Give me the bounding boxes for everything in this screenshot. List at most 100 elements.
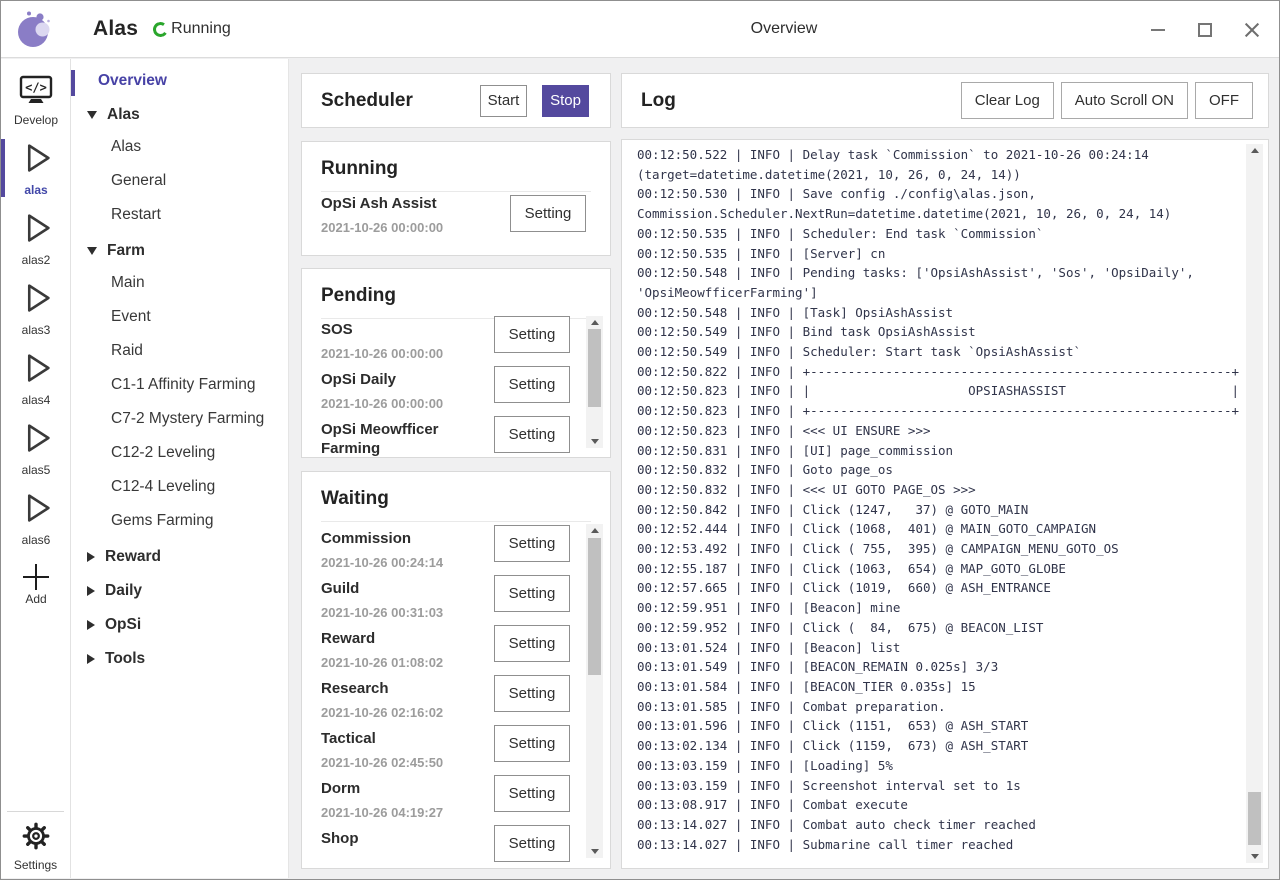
nav-item-c7-2-mystery-farming[interactable]: C7-2 Mystery Farming [71, 410, 288, 432]
log-line: 00:12:50.522 | INFO | Delay task `Commis… [637, 145, 1240, 165]
task-row: OpSi Daily 2021-10-26 00:00:00 Setting [321, 370, 586, 411]
minimize-button[interactable] [1149, 21, 1167, 39]
play-icon [18, 280, 54, 321]
log-scrollbar[interactable] [1246, 144, 1263, 863]
nav-item-c12-4-leveling[interactable]: C12-4 Leveling [71, 478, 288, 500]
task-name: Shop [321, 829, 491, 848]
pending-scrollbar[interactable] [586, 316, 603, 448]
auto-scroll-on-button[interactable]: Auto Scroll ON [1061, 82, 1188, 119]
rail-item-alas5[interactable]: alas5 [1, 416, 71, 479]
play-icon [18, 210, 54, 251]
nav-group-daily[interactable]: Daily [71, 580, 288, 602]
log-line: Commission.Scheduler.NextRun=datetime.da… [637, 204, 1240, 224]
setting-button[interactable]: Setting [494, 575, 570, 612]
setting-button[interactable]: Setting [494, 625, 570, 662]
nav-group-opsi[interactable]: OpSi [71, 614, 288, 636]
setting-button[interactable]: Setting [494, 525, 570, 562]
scroll-down-arrow-icon[interactable] [586, 845, 603, 858]
nav-menu: Overview Alas Alas General Restart Farm … [71, 59, 289, 878]
add-instance-button[interactable]: Add [1, 556, 71, 608]
code-monitor-icon: </> [18, 75, 54, 111]
rail-item-alas4[interactable]: alas4 [1, 346, 71, 409]
log-line: 00:12:50.842 | INFO | Click (1247, 37) @… [637, 500, 1240, 520]
scrollbar-thumb[interactable] [588, 329, 601, 407]
nav-sublist-farm: Main Event Raid C1-1 Affinity Farming C7… [71, 274, 288, 534]
log-line: 00:12:50.535 | INFO | [Server] cn [637, 244, 1240, 264]
setting-button[interactable]: Setting [494, 316, 570, 353]
log-line: 00:12:50.822 | INFO | +-----------------… [637, 362, 1240, 382]
log-line: 00:13:02.134 | INFO | Click (1159, 673) … [637, 736, 1240, 756]
app-title: Alas [93, 17, 138, 41]
chevron-right-icon [87, 586, 95, 596]
nav-group-reward[interactable]: Reward [71, 546, 288, 568]
chevron-right-icon [87, 654, 95, 664]
start-button[interactable]: Start [480, 85, 527, 117]
rail-item-alas6[interactable]: alas6 [1, 486, 71, 549]
scroll-down-arrow-icon[interactable] [1246, 850, 1263, 863]
setting-button[interactable]: Setting [494, 675, 570, 712]
scrollbar-thumb[interactable] [588, 538, 601, 675]
plus-icon [23, 564, 49, 590]
clear-log-button[interactable]: Clear Log [961, 82, 1054, 119]
auto-scroll-off-button[interactable]: OFF [1195, 82, 1253, 119]
log-panel: 00:12:50.522 | INFO | Delay task `Commis… [621, 139, 1269, 869]
task-name: OpSi Daily [321, 370, 491, 389]
log-line: 00:12:52.444 | INFO | Click (1068, 401) … [637, 519, 1240, 539]
settings-button[interactable]: Settings [7, 811, 64, 872]
rail-item-label: alas3 [22, 323, 51, 337]
scroll-up-arrow-icon[interactable] [586, 316, 603, 329]
running-spinner-icon [152, 20, 169, 37]
nav-item-c1-1-affinity-farming[interactable]: C1-1 Affinity Farming [71, 376, 288, 398]
log-line: 00:12:57.665 | INFO | Click (1019, 660) … [637, 578, 1240, 598]
rail-item-label: Develop [14, 113, 58, 127]
scroll-down-arrow-icon[interactable] [586, 435, 603, 448]
nav-item-restart[interactable]: Restart [71, 206, 288, 228]
rail-item-develop[interactable]: </> Develop [1, 71, 71, 129]
nav-item-alas[interactable]: Alas [71, 138, 288, 160]
scheduler-title: Scheduler [321, 90, 480, 112]
nav-group-alas[interactable]: Alas [71, 104, 288, 126]
nav-item-event[interactable]: Event [71, 308, 288, 330]
maximize-icon [1198, 23, 1212, 37]
stop-button[interactable]: Stop [542, 85, 589, 117]
rail-item-alas[interactable]: alas [1, 136, 71, 199]
nav-item-main[interactable]: Main [71, 274, 288, 296]
rail-item-label: alas5 [22, 463, 51, 477]
log-line: 00:12:50.832 | INFO | Goto page_os [637, 460, 1240, 480]
log-title: Log [641, 90, 954, 112]
nav-group-label: Tools [105, 650, 145, 668]
scheduler-status: Running [171, 20, 231, 38]
chevron-down-icon [87, 111, 97, 119]
nav-group-label: Alas [107, 106, 140, 124]
nav-group-label: OpSi [105, 616, 141, 634]
task-name: Tactical [321, 729, 491, 748]
setting-button[interactable]: Setting [494, 366, 570, 403]
nav-item-overview[interactable]: Overview [71, 72, 288, 94]
rail-item-label: Add [25, 592, 46, 606]
nav-group-farm[interactable]: Farm [71, 240, 288, 262]
instance-rail: </> Develop alas alas2 alas3 [1, 59, 71, 878]
task-row: Dorm 2021-10-26 04:19:27 Setting [321, 779, 586, 820]
nav-item-c12-2-leveling[interactable]: C12-2 Leveling [71, 444, 288, 466]
setting-button[interactable]: Setting [494, 416, 570, 453]
nav-group-tools[interactable]: Tools [71, 648, 288, 670]
log-line: 00:13:14.027 | INFO | Combat auto check … [637, 815, 1240, 835]
nav-item-general[interactable]: General [71, 172, 288, 194]
rail-item-alas3[interactable]: alas3 [1, 276, 71, 339]
close-button[interactable] [1243, 21, 1261, 39]
nav-item-raid[interactable]: Raid [71, 342, 288, 364]
nav-item-gems-farming[interactable]: Gems Farming [71, 512, 288, 534]
scrollbar-thumb[interactable] [1248, 792, 1261, 845]
titlebar: Alas Running Overview [1, 1, 1279, 58]
rail-item-alas2[interactable]: alas2 [1, 206, 71, 269]
maximize-button[interactable] [1196, 21, 1214, 39]
waiting-scrollbar[interactable] [586, 524, 603, 858]
setting-button[interactable]: Setting [494, 725, 570, 762]
setting-button[interactable]: Setting [510, 195, 586, 232]
setting-button[interactable]: Setting [494, 825, 570, 862]
scroll-up-arrow-icon[interactable] [1246, 144, 1263, 157]
chevron-right-icon [87, 552, 95, 562]
setting-button[interactable]: Setting [494, 775, 570, 812]
scroll-up-arrow-icon[interactable] [586, 524, 603, 537]
log-line: 00:12:50.530 | INFO | Save config ./conf… [637, 184, 1240, 204]
